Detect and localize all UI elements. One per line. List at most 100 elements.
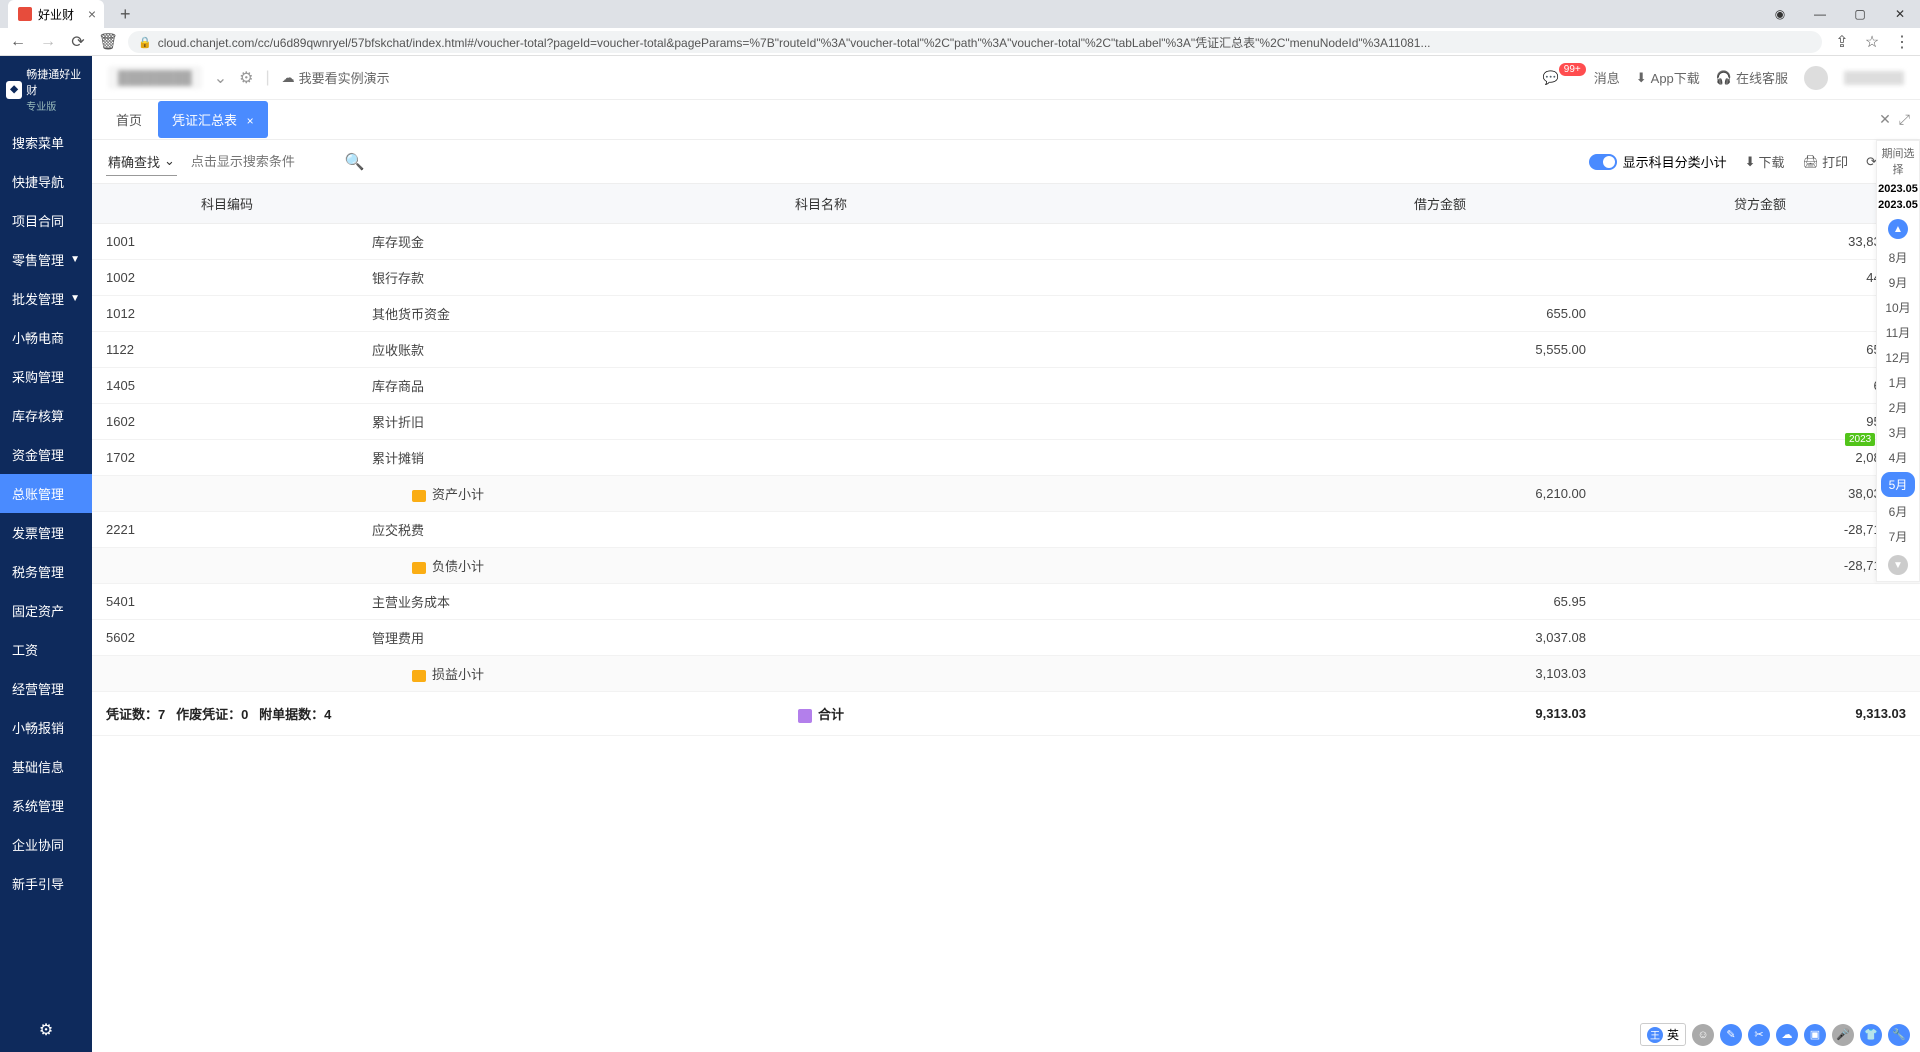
tool-image-icon[interactable]: ▣ — [1804, 1024, 1826, 1046]
sidebar-item[interactable]: 项目合同 — [0, 201, 92, 240]
table-row[interactable]: 1702累计摊销2,083.33 — [92, 440, 1920, 476]
chevron-down-icon: ⌄ — [164, 153, 175, 169]
tool-shirt-icon[interactable]: 👕 — [1860, 1024, 1882, 1046]
search-icon[interactable]: 🔍 — [345, 152, 365, 172]
tab-voucher-total[interactable]: 凭证汇总表 × — [158, 101, 268, 138]
period-end[interactable]: 2023.05 — [1877, 197, 1919, 213]
tool-cut-icon[interactable]: ✂ — [1748, 1024, 1770, 1046]
address-bar[interactable]: 🔒 cloud.chanjet.com/cc/u6d89qwnryel/57bf… — [128, 31, 1822, 53]
table-row[interactable]: 1122应收账款5,555.00655.00 — [92, 332, 1920, 368]
table-row[interactable]: 负债小计-28,719.98 — [92, 548, 1920, 584]
browser-tab[interactable]: 好业财 × — [8, 0, 104, 28]
period-start[interactable]: 2023.05 — [1877, 181, 1919, 197]
print-icon: 🖨 — [1803, 154, 1820, 170]
sidebar-item[interactable]: 经营管理 — [0, 669, 92, 708]
incognito-icon[interactable]: ◉ — [1760, 0, 1800, 28]
sidebar-item[interactable]: 搜索菜单 — [0, 123, 92, 162]
tool-mic-icon[interactable]: 🎤 — [1832, 1024, 1854, 1046]
table-row[interactable]: 1602累计折旧953.75 — [92, 404, 1920, 440]
sidebar-item[interactable]: 企业协同 — [0, 825, 92, 864]
filter-mode[interactable]: 精确查找 ⌄ — [106, 148, 177, 176]
print-button[interactable]: 🖨打印 — [1803, 152, 1849, 171]
table-row[interactable]: 资产小计6,210.0038,033.01 — [92, 476, 1920, 512]
month-item[interactable]: 8月 — [1877, 245, 1919, 270]
sidebar-item[interactable]: 税务管理 — [0, 552, 92, 591]
app-download-link[interactable]: ⬇ App下载 — [1636, 68, 1700, 87]
month-item[interactable]: 7月 — [1877, 524, 1919, 549]
toggle-switch[interactable] — [1589, 154, 1617, 170]
messages-link[interactable]: 💬 99+ 消息 — [1543, 68, 1620, 87]
sidebar-item[interactable]: 资金管理 — [0, 435, 92, 474]
gear-icon[interactable]: ⚙ — [239, 68, 253, 88]
month-item[interactable]: 5月 — [1881, 472, 1915, 497]
demo-link[interactable]: ☁ 我要看实例演示 — [282, 68, 390, 87]
month-item[interactable]: 12月 — [1877, 345, 1919, 370]
settings-icon[interactable]: ⚙ — [0, 1008, 92, 1052]
sum-icon — [798, 709, 812, 723]
star-icon[interactable]: ☆ — [1862, 32, 1882, 52]
sidebar-item[interactable]: 库存核算 — [0, 396, 92, 435]
reload-icon[interactable]: ⟳ — [68, 32, 88, 52]
avatar[interactable] — [1804, 66, 1828, 90]
sidebar-item[interactable]: 固定资产 — [0, 591, 92, 630]
sidebar-item[interactable]: 快捷导航 — [0, 162, 92, 201]
close-tab-icon[interactable]: × — [247, 114, 254, 128]
tool-edit-icon[interactable]: ✎ — [1720, 1024, 1742, 1046]
back-icon[interactable]: ← — [8, 33, 28, 51]
table-row[interactable]: 1012其他货币资金655.00 — [92, 296, 1920, 332]
table-row[interactable]: 1405库存商品65.95 — [92, 368, 1920, 404]
sidebar-item[interactable]: 新手引导 — [0, 864, 92, 903]
minimize-icon[interactable]: — — [1800, 0, 1840, 28]
month-item[interactable]: 3月 — [1877, 420, 1919, 445]
sidebar-item[interactable]: 零售管理▼ — [0, 240, 92, 279]
month-item[interactable]: 1月 — [1877, 370, 1919, 395]
ime-indicator[interactable]: 王 英 — [1640, 1023, 1686, 1046]
download-button[interactable]: ⬇下载 — [1745, 152, 1785, 171]
share-icon[interactable]: ⇪ — [1832, 32, 1852, 52]
table-row[interactable]: 5602管理费用3,037.08 — [92, 620, 1920, 656]
support-link[interactable]: 🎧 在线客服 — [1716, 68, 1788, 87]
sidebar-item[interactable]: 小畅电商 — [0, 318, 92, 357]
sidebar: ◆ 畅捷通好业财 专业版 搜索菜单快捷导航项目合同零售管理▼批发管理▼小畅电商采… — [0, 56, 92, 1052]
expand-icon[interactable]: ⤢ — [1899, 111, 1910, 128]
delete-icon[interactable]: 🗑 — [98, 32, 118, 52]
sidebar-item[interactable]: 小畅报销 — [0, 708, 92, 747]
tool-smile-icon[interactable]: ☺ — [1692, 1024, 1714, 1046]
new-tab-button[interactable]: + — [112, 4, 139, 25]
month-item[interactable]: 2月 — [1877, 395, 1919, 420]
menu-icon[interactable]: ⋮ — [1892, 32, 1912, 52]
close-all-icon[interactable]: ✕ — [1879, 111, 1891, 128]
table-row[interactable]: 1001库存现金33,830.98 — [92, 224, 1920, 260]
chevron-down-icon[interactable]: ⌄ — [214, 68, 227, 88]
tool-wrench-icon[interactable]: 🔧 — [1888, 1024, 1910, 1046]
close-window-icon[interactable]: ✕ — [1880, 0, 1920, 28]
sidebar-item[interactable]: 发票管理 — [0, 513, 92, 552]
tab-home[interactable]: 首页 — [102, 101, 156, 138]
sidebar-item[interactable]: 基础信息 — [0, 747, 92, 786]
month-item[interactable]: 9月 — [1877, 270, 1919, 295]
month-item[interactable]: 6月 — [1877, 499, 1919, 524]
sidebar-item[interactable]: 采购管理 — [0, 357, 92, 396]
month-item[interactable]: 11月 — [1877, 320, 1919, 345]
maximize-icon[interactable]: ▢ — [1840, 0, 1880, 28]
tab-title: 好业财 — [38, 6, 74, 23]
close-icon[interactable]: × — [88, 6, 96, 22]
sidebar-item[interactable]: 工资 — [0, 630, 92, 669]
toggle-subtotal[interactable]: 显示科目分类小计 — [1589, 152, 1727, 171]
sidebar-item[interactable]: 总账管理 — [0, 474, 92, 513]
search-input[interactable] — [191, 154, 331, 169]
table-row[interactable]: 5401主营业务成本65.95 — [92, 584, 1920, 620]
sidebar-item[interactable]: 批发管理▼ — [0, 279, 92, 318]
period-title: 期间选择 — [1877, 141, 1919, 181]
scroll-down-icon[interactable]: ▼ — [1888, 555, 1908, 575]
scroll-up-icon[interactable]: ▲ — [1888, 219, 1908, 239]
month-item[interactable]: 10月 — [1877, 295, 1919, 320]
tool-cloud-icon[interactable]: ☁ — [1776, 1024, 1798, 1046]
table-row[interactable]: 损益小计3,103.03 — [92, 656, 1920, 692]
org-selector[interactable]: ████████ — [108, 66, 202, 89]
sidebar-item[interactable]: 系统管理 — [0, 786, 92, 825]
table-row[interactable]: 2221应交税费-28,719.98 — [92, 512, 1920, 548]
table-row[interactable]: 1002银行存款444.00 — [92, 260, 1920, 296]
forward-icon[interactable]: → — [38, 33, 58, 51]
month-item[interactable]: 4月 — [1877, 445, 1919, 470]
